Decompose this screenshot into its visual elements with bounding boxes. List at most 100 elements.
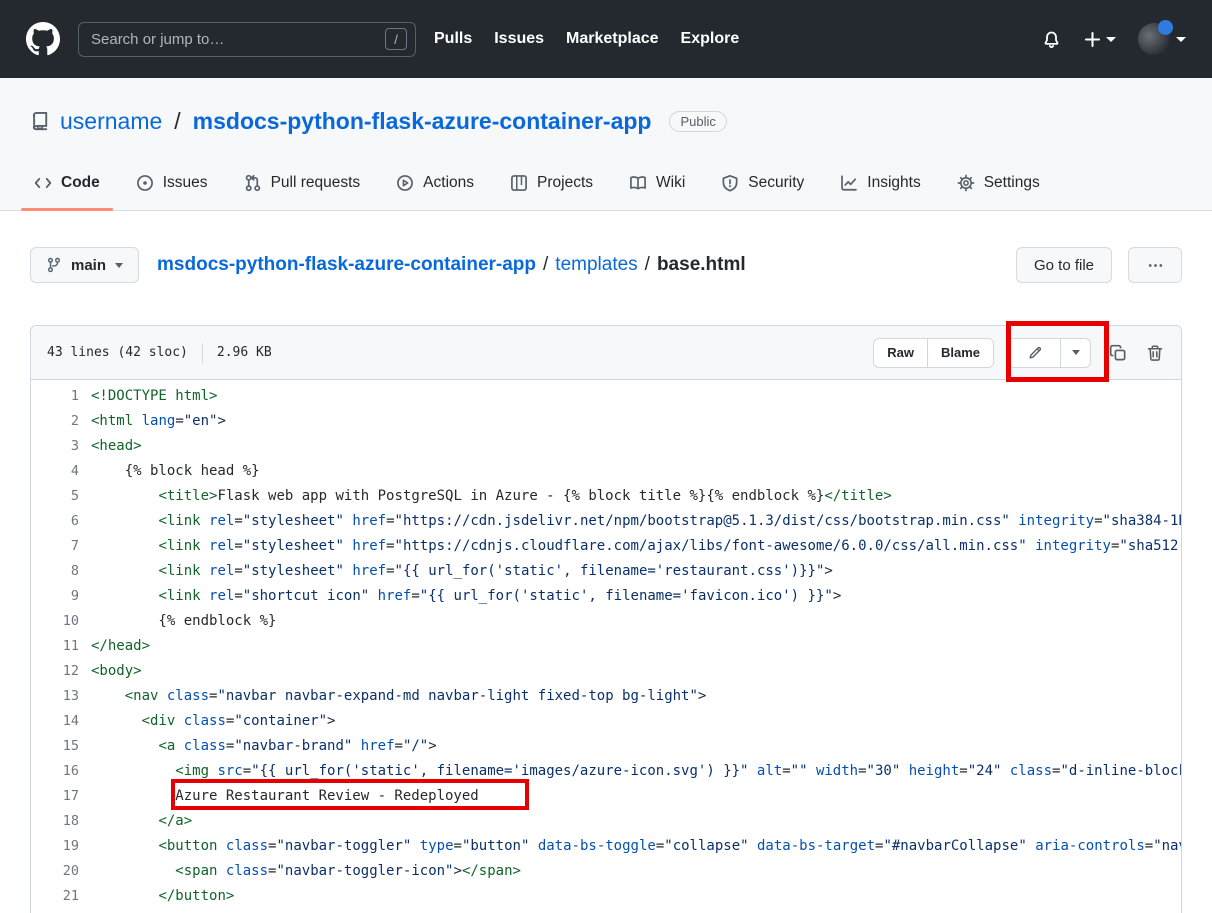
line-number[interactable]: 8 [31,563,79,579]
tab-label: Issues [163,174,208,192]
line-number[interactable]: 13 [31,688,79,704]
blame-button[interactable]: Blame [927,339,993,367]
gear-icon [957,174,975,192]
search-box[interactable]: / [78,22,416,57]
raw-button[interactable]: Raw [874,339,927,367]
pr-icon [244,174,262,192]
line-number[interactable]: 6 [31,513,79,529]
tab-label: Code [61,174,100,192]
code-line-6: 6 <link rel="stylesheet" href="https://c… [31,508,1181,533]
create-new-button[interactable] [1083,30,1116,49]
header-nav: Pulls Issues Marketplace Explore [434,30,739,48]
repo-name-link[interactable]: msdocs-python-flask-azure-container-app [193,108,652,135]
chevron-down-icon [115,263,123,268]
security-icon [721,174,739,192]
repo-owner-link[interactable]: username [60,108,162,135]
tab-projects[interactable]: Projects [497,156,606,210]
visibility-badge: Public [669,111,726,132]
pencil-icon [1027,345,1043,361]
code-text: <link rel="stylesheet" href="https://cdn… [91,513,1181,529]
breadcrumb-file-name: base.html [657,254,746,276]
tab-code[interactable]: Code [21,156,113,210]
tab-actions[interactable]: Actions [383,156,487,210]
breadcrumb: msdocs-python-flask-azure-container-app … [157,254,746,276]
edit-options-dropdown[interactable] [1060,339,1090,367]
line-number[interactable]: 1 [31,388,79,404]
chevron-down-icon [1176,37,1186,42]
tab-label: Pull requests [271,174,361,192]
actions-icon [396,174,414,192]
breadcrumb-repo-link[interactable]: msdocs-python-flask-azure-container-app [157,254,536,276]
line-number[interactable]: 2 [31,413,79,429]
code-text: <head> [91,438,1181,454]
code-text: <nav class="navbar navbar-expand-md navb… [91,688,1181,704]
header-nav-issues[interactable]: Issues [494,30,544,48]
plus-icon [1083,30,1102,49]
line-number[interactable]: 20 [31,863,79,879]
edit-file-button[interactable] [1009,339,1060,367]
code-line-8: 8 <link rel="stylesheet" href="{{ url_fo… [31,558,1181,583]
code-text: <button class="navbar-toggler" type="but… [91,838,1181,854]
line-number[interactable]: 9 [31,588,79,604]
tab-label: Settings [984,174,1040,192]
trash-icon [1146,344,1164,362]
breadcrumb-separator: / [645,254,650,276]
tab-wiki[interactable]: Wiki [616,156,698,210]
repo-title: username / msdocs-python-flask-azure-con… [0,102,1212,140]
line-number[interactable]: 5 [31,488,79,504]
code-line-5: 5 <title>Flask web app with PostgreSQL i… [31,483,1181,508]
line-number[interactable]: 10 [31,613,79,629]
code-text: <body> [91,663,1181,679]
copy-file-button[interactable] [1108,343,1128,363]
line-number[interactable]: 3 [31,438,79,454]
line-number[interactable]: 14 [31,713,79,729]
user-menu[interactable] [1138,23,1186,55]
bell-icon[interactable] [1042,30,1061,49]
header-nav-pulls[interactable]: Pulls [434,30,472,48]
code-line-17: 17 Azure Restaurant Review - Redeployed [31,783,1181,808]
line-number[interactable]: 4 [31,463,79,479]
branch-selector[interactable]: main [30,247,139,283]
code-text: <link rel="stylesheet" href="{{ url_for(… [91,563,1181,579]
code-line-7: 7 <link rel="stylesheet" href="https://c… [31,533,1181,558]
code-text: <html lang="en"> [91,413,1181,429]
breadcrumb-folder-link[interactable]: templates [555,254,637,276]
code-line-20: 20 <span class="navbar-toggler-icon"></s… [31,858,1181,883]
go-to-file-button[interactable]: Go to file [1016,247,1112,283]
tab-issues[interactable]: Issues [123,156,221,210]
github-logo-icon[interactable] [26,22,60,56]
code-lines: 1<!DOCTYPE html>2<html lang="en">3<head>… [31,380,1181,908]
code-text: </button> [91,888,1181,904]
tab-label: Actions [423,174,474,192]
line-number[interactable]: 15 [31,738,79,754]
issue-icon [136,174,154,192]
header-right [1042,23,1186,55]
line-number[interactable]: 18 [31,813,79,829]
line-number[interactable]: 12 [31,663,79,679]
tab-insights[interactable]: Insights [827,156,933,210]
delete-file-button[interactable] [1145,343,1165,363]
tab-settings[interactable]: Settings [944,156,1053,210]
line-number[interactable]: 21 [31,888,79,904]
repo-tabs: Code Issues Pull requests Actions ProjectsWi… [0,156,1212,210]
line-number[interactable]: 17 [31,788,79,804]
line-number[interactable]: 7 [31,538,79,554]
code-text: </a> [91,813,1181,829]
code-text: {% endblock %} [91,613,1181,629]
more-options-button[interactable] [1128,247,1182,283]
header-nav-marketplace[interactable]: Marketplace [566,30,659,48]
line-number[interactable]: 16 [31,763,79,779]
header-nav-explore[interactable]: Explore [681,30,740,48]
line-number[interactable]: 19 [31,838,79,854]
code-line-2: 2 <html lang="en"> [31,408,1181,433]
search-input[interactable] [91,31,377,48]
tab-pull-requests[interactable]: Pull requests [231,156,374,210]
code-line-16: 16 <img src="{{ url_for('static', filena… [31,758,1181,783]
code-line-4: 4 {% block head %} [31,458,1181,483]
tab-security[interactable]: Security [708,156,817,210]
code-line-9: 9 <link rel="shortcut icon" href="{{ url… [31,583,1181,608]
code-icon [34,174,52,192]
edit-button-group [1008,338,1091,368]
line-number[interactable]: 11 [31,638,79,654]
code-text: Azure Restaurant Review - Redeployed [91,788,1181,804]
